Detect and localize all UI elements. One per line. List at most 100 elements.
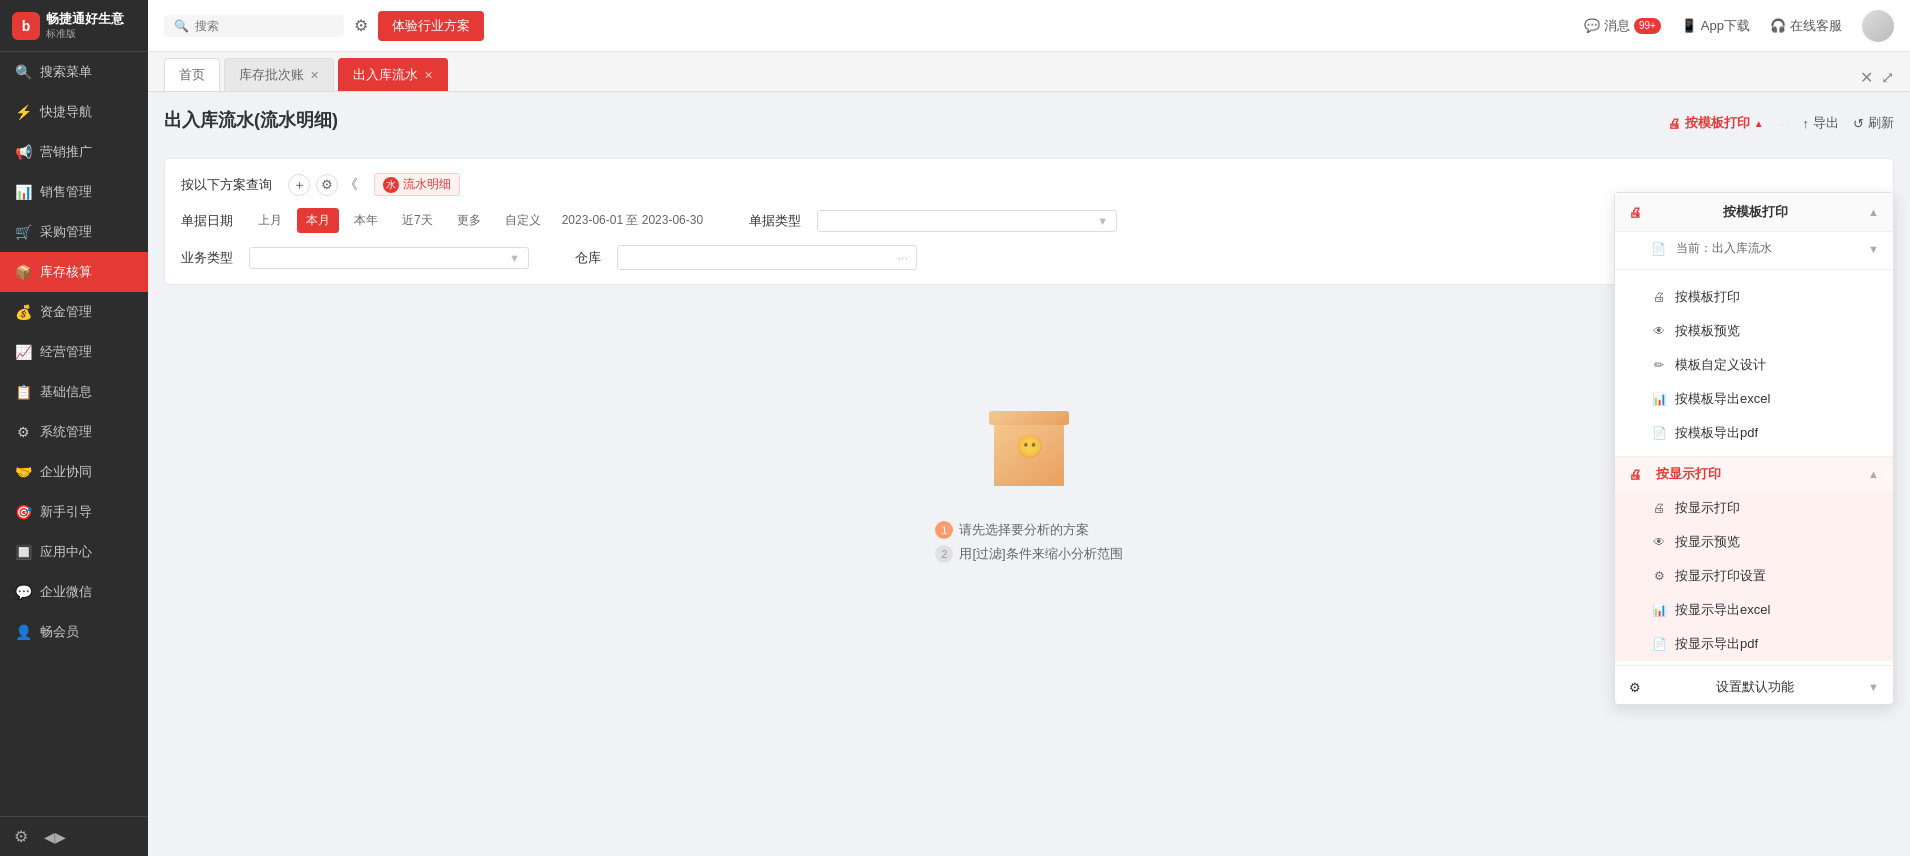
- tab-inventory-flow[interactable]: 出入库流水 ✕: [338, 58, 448, 91]
- dp-current-arrow-icon[interactable]: ▼: [1868, 243, 1879, 255]
- avatar[interactable]: [1862, 10, 1894, 42]
- tab-close-inventory-flow[interactable]: ✕: [424, 69, 433, 82]
- sidebar-item-inventory[interactable]: 📦 库存核算: [0, 252, 148, 292]
- dp-display-print-icon: 🖨: [1651, 500, 1667, 516]
- doc-type-label: 单据类型: [749, 212, 801, 230]
- empty-hints: 1 请先选择要分析的方案 2 用[过滤]条件来缩小分析范围: [935, 521, 1122, 563]
- topbar: 🔍 ⚙ 体验行业方案 💬 消息 99+ 📱 App下载 🎧 在线客服: [148, 0, 1910, 52]
- dp-template-pdf-icon: 📄: [1651, 425, 1667, 441]
- sidebar-item-app-center[interactable]: 🔲 应用中心: [0, 532, 148, 572]
- dp-display-print-btn[interactable]: 🖨 按显示打印: [1615, 491, 1893, 525]
- dp-display-pdf-icon: 📄: [1651, 636, 1667, 652]
- business-type-label: 业务类型: [181, 249, 233, 267]
- sidebar-item-sales[interactable]: 📊 销售管理: [0, 172, 148, 212]
- filter-add-btn[interactable]: ＋: [288, 174, 310, 196]
- search-input[interactable]: [195, 19, 315, 33]
- dp-template-pdf-btn[interactable]: 📄 按模板导出pdf: [1615, 416, 1893, 450]
- doc-type-select[interactable]: ▼: [817, 210, 1117, 232]
- dp-display-excel-icon: 📊: [1651, 602, 1667, 618]
- hint-num-2: 2: [935, 545, 953, 563]
- sidebar-item-enterprise[interactable]: 🤝 企业协同: [0, 452, 148, 492]
- logo-text: 畅捷通好生意 标准版: [46, 11, 124, 41]
- app-download-icon: 📱: [1681, 18, 1697, 33]
- date-last-7-btn[interactable]: 近7天: [393, 208, 442, 233]
- tab-batch-accounts[interactable]: 库存批次账 ✕: [224, 58, 334, 91]
- message-icon: 💬: [1584, 18, 1600, 33]
- tab-home[interactable]: 首页: [164, 58, 220, 91]
- dp-template-print-btn[interactable]: 🖨 按模板打印: [1615, 280, 1893, 314]
- export-btn[interactable]: ↑ 导出: [1803, 114, 1840, 132]
- industry-btn[interactable]: 体验行业方案: [378, 11, 484, 41]
- filter-settings-btn[interactable]: ⚙: [316, 174, 338, 196]
- app-center-icon: 🔲: [14, 543, 32, 561]
- dp-display-header-icon: 🖨: [1629, 467, 1642, 482]
- dp-header-arrow-icon[interactable]: ▲: [1868, 206, 1879, 218]
- filter-collapse-icon[interactable]: 《: [344, 176, 358, 194]
- dp-template-preview-btn[interactable]: 👁 按模板预览: [1615, 314, 1893, 348]
- window-close-btn[interactable]: ✕: [1860, 68, 1873, 87]
- dp-display-settings-icon: ⚙: [1651, 568, 1667, 584]
- tab-close-batch-accounts[interactable]: ✕: [310, 69, 319, 82]
- window-maximize-btn[interactable]: ⤢: [1881, 68, 1894, 87]
- dp-display-pdf-btn[interactable]: 📄 按显示导出pdf: [1615, 627, 1893, 661]
- sidebar-item-search-menu[interactable]: 🔍 搜索菜单: [0, 52, 148, 92]
- empty-icon: 😶: [979, 407, 1079, 507]
- marketing-icon: 📢: [14, 143, 32, 161]
- sidebar-collapse-icon[interactable]: ◀▶: [44, 829, 66, 845]
- date-this-year-btn[interactable]: 本年: [345, 208, 387, 233]
- dp-template-custom-btn[interactable]: ✏ 模板自定义设计: [1615, 348, 1893, 382]
- business-type-select[interactable]: ▼: [249, 247, 529, 269]
- sidebar-item-purchase[interactable]: 🛒 采购管理: [0, 212, 148, 252]
- active-filter-tag[interactable]: 水 流水明细: [374, 173, 460, 196]
- sidebar-item-system[interactable]: ⚙ 系统管理: [0, 412, 148, 452]
- export-icon: ↑: [1803, 116, 1810, 131]
- dp-display-preview-btn[interactable]: 👁 按显示预览: [1615, 525, 1893, 559]
- date-more-btn[interactable]: 更多: [448, 208, 490, 233]
- app-download-btn[interactable]: 📱 App下载: [1681, 17, 1750, 35]
- dp-display-print-header[interactable]: 🖨 按显示打印 ▲: [1615, 457, 1893, 491]
- dp-header: 🖨 按模板打印 ▲: [1615, 193, 1893, 232]
- dp-settings-arrow-icon: ▼: [1868, 681, 1879, 693]
- dp-current-template: 📄 当前：出入库流水 ▼: [1615, 232, 1893, 265]
- member-icon: 👤: [14, 623, 32, 641]
- warehouse-field[interactable]: ···: [617, 245, 917, 270]
- sidebar-item-finance[interactable]: 💰 资金管理: [0, 292, 148, 332]
- purchase-icon: 🛒: [14, 223, 32, 241]
- sidebar-item-basic-info[interactable]: 📋 基础信息: [0, 372, 148, 412]
- sidebar: b 畅捷通好生意 标准版 🔍 搜索菜单 ⚡ 快捷导航 📢 营销推广 📊 销售管理…: [0, 0, 148, 856]
- sidebar-item-member[interactable]: 👤 畅会员: [0, 612, 148, 652]
- dp-display-print-settings-btn[interactable]: ⚙ 按显示打印设置: [1615, 559, 1893, 593]
- print-template-btn[interactable]: 🖨 按模板打印 ▲: [1668, 114, 1764, 132]
- date-custom-btn[interactable]: 自定义: [496, 208, 550, 233]
- sidebar-item-quick-nav[interactable]: ⚡ 快捷导航: [0, 92, 148, 132]
- online-service-btn[interactable]: 🎧 在线客服: [1770, 17, 1842, 35]
- dp-settings-icon: ⚙: [1629, 680, 1641, 695]
- dp-template-excel-btn[interactable]: 📊 按模板导出excel: [1615, 382, 1893, 416]
- sidebar-item-marketing[interactable]: 📢 营销推广: [0, 132, 148, 172]
- date-this-month-btn[interactable]: 本月: [297, 208, 339, 233]
- dp-current-icon: 📄: [1651, 242, 1666, 256]
- dp-settings-default-btn[interactable]: ⚙ 设置默认功能 ▼: [1615, 670, 1893, 704]
- refresh-btn[interactable]: ↺ 刷新: [1853, 114, 1894, 132]
- quick-nav-icon: ⚡: [14, 103, 32, 121]
- topbar-search-box[interactable]: 🔍: [164, 15, 344, 37]
- topbar-right: 💬 消息 99+ 📱 App下载 🎧 在线客服: [1584, 10, 1894, 42]
- dp-print-icon: 🖨: [1629, 205, 1642, 220]
- sidebar-settings-icon[interactable]: ⚙: [14, 827, 28, 846]
- headset-icon: 🎧: [1770, 18, 1786, 33]
- date-label: 单据日期: [181, 212, 233, 230]
- avatar-placeholder: [1862, 10, 1894, 42]
- sidebar-item-guide[interactable]: 🎯 新手引导: [0, 492, 148, 532]
- dp-display-excel-btn[interactable]: 📊 按显示导出excel: [1615, 593, 1893, 627]
- topbar-search-icon: 🔍: [174, 19, 189, 33]
- topbar-gear-icon[interactable]: ⚙: [354, 16, 368, 35]
- dp-template-preview-icon: 👁: [1651, 323, 1667, 339]
- date-prev-month-btn[interactable]: 上月: [249, 208, 291, 233]
- dp-display-preview-icon: 👁: [1651, 534, 1667, 550]
- content-toolbar: 🖨 按模板打印 ▲ ··· ↑ 导出 ↺ 刷新: [1668, 114, 1894, 132]
- sidebar-item-operations[interactable]: 📈 经营管理: [0, 332, 148, 372]
- sidebar-item-enterprise-wechat[interactable]: 💬 企业微信: [0, 572, 148, 612]
- business-type-chevron-icon: ▼: [509, 252, 520, 264]
- message-btn[interactable]: 💬 消息 99+: [1584, 17, 1661, 35]
- operations-icon: 📈: [14, 343, 32, 361]
